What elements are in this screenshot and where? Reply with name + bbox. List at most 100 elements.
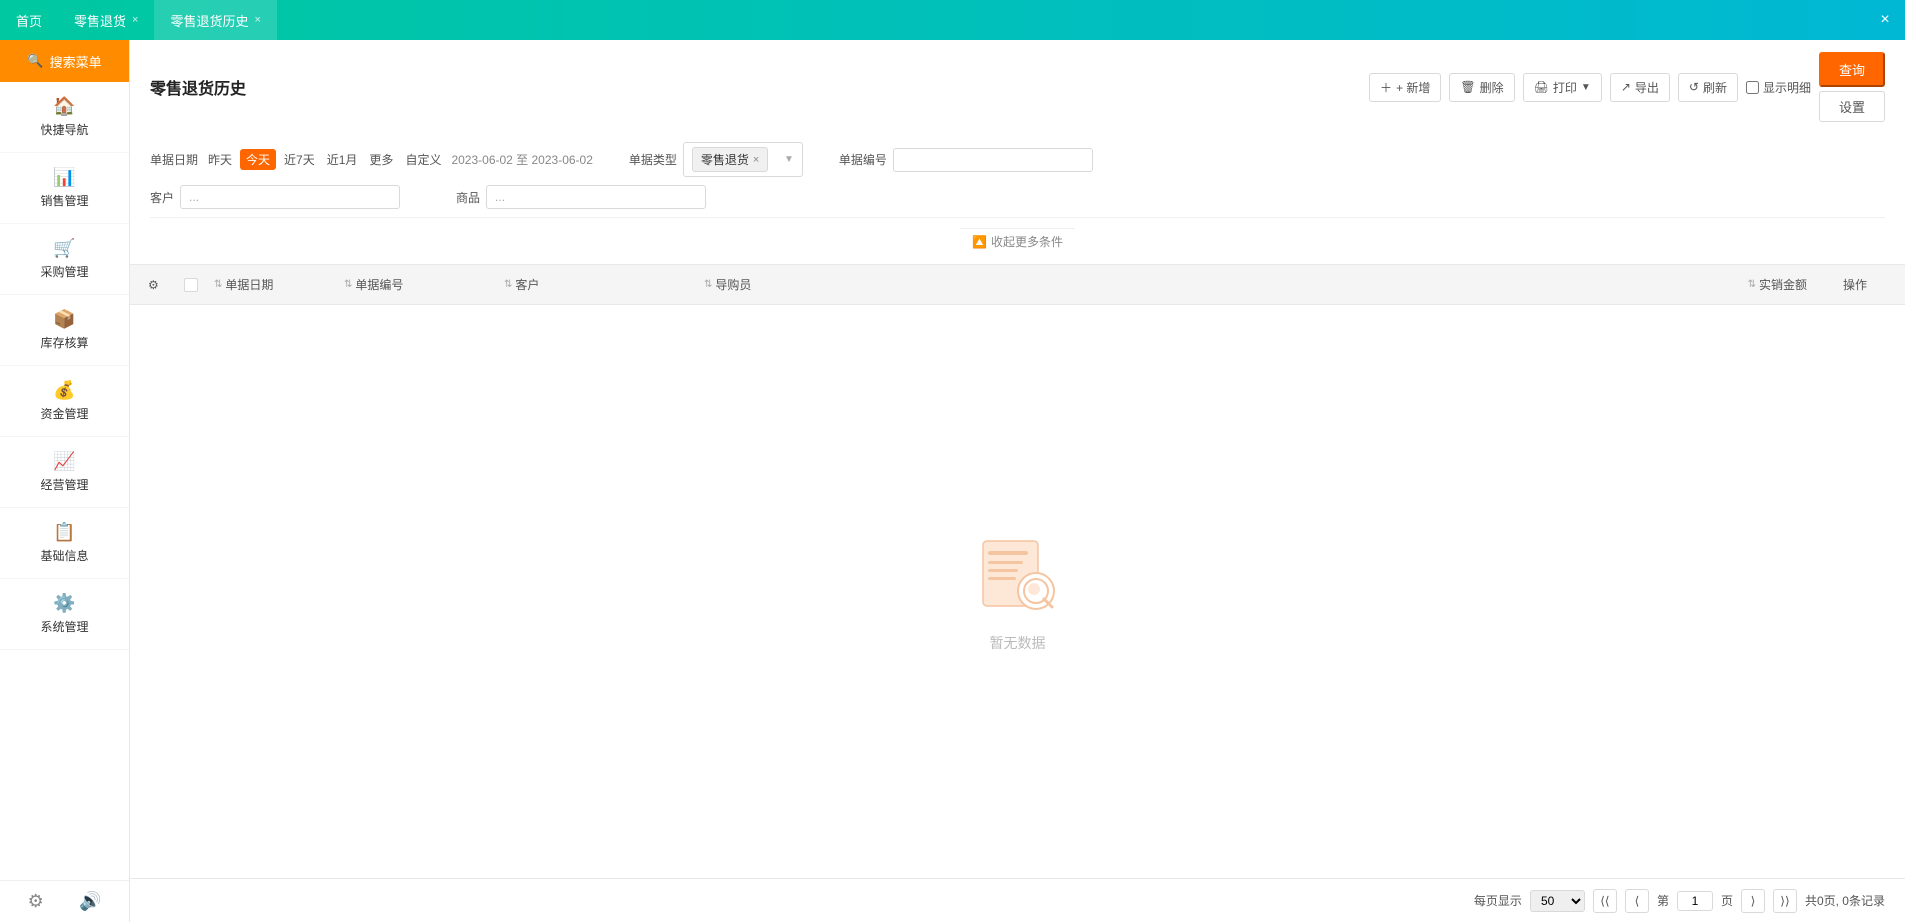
- date-btn-custom[interactable]: 自定义: [401, 149, 445, 170]
- sidebar-item-system-mgmt[interactable]: ⚙️ 系统管理: [0, 579, 129, 650]
- customer-select[interactable]: ...: [180, 185, 400, 209]
- tab-retail-return-history[interactable]: 零售退货历史 ×: [154, 0, 276, 40]
- customer-label: 客户: [150, 189, 174, 206]
- show-detail-checkbox-label[interactable]: 显示明细: [1746, 79, 1811, 96]
- filter-row-2: 客户 ... 商品 ...: [150, 185, 1885, 209]
- page-number-input[interactable]: [1677, 891, 1713, 911]
- tab-retail-return[interactable]: 零售退货 ×: [58, 0, 154, 40]
- th-checkbox[interactable]: [176, 278, 206, 292]
- refresh-button[interactable]: ↺ 刷新: [1678, 73, 1738, 102]
- date-shortcuts: 昨天 今天 近7天 近1月 更多 自定义: [204, 149, 445, 170]
- sidebar-bottom: ⚙ 🔊: [0, 880, 129, 922]
- sort-icon-bill[interactable]: ⇅: [344, 279, 352, 290]
- first-page-button[interactable]: ⟨⟨: [1593, 889, 1617, 913]
- delete-button[interactable]: 🗑 删除: [1449, 73, 1514, 102]
- sidebar-item-basic-info[interactable]: 📋 基础信息: [0, 508, 129, 579]
- sort-icon-guide[interactable]: ⇅: [704, 279, 712, 290]
- page-size-select[interactable]: 50 10 20 100: [1530, 890, 1585, 912]
- sidebar-item-basic-info-label: 基础信息: [40, 547, 88, 564]
- pagination: 每页显示 50 10 20 100 ⟨⟨ ⟨ 第 页 ⟩ ⟩⟩ 共0页, 0条记…: [130, 878, 1905, 922]
- page-size-label: 每页显示: [1474, 892, 1522, 909]
- sidebar-item-finance-label: 资金管理: [40, 405, 88, 422]
- goods-placeholder: ...: [495, 190, 505, 204]
- sidebar-item-finance[interactable]: 💰 资金管理: [0, 366, 129, 437]
- th-bill: ⇅ 单据编号: [336, 276, 496, 293]
- bill-type-tag-close[interactable]: ×: [753, 154, 759, 166]
- th-action-label: 操作: [1843, 276, 1867, 293]
- query-button[interactable]: 查询: [1819, 52, 1885, 87]
- tab-retail-return-close[interactable]: ×: [132, 14, 138, 26]
- filter-row-1: 单据日期 昨天 今天 近7天 近1月 更多 自定义 2023-06-02 至 2…: [150, 142, 1885, 177]
- th-amount-label: 实销金额: [1759, 276, 1807, 293]
- filter-date: 单据日期 昨天 今天 近7天 近1月 更多 自定义 2023-06-02 至 2…: [150, 149, 593, 170]
- tab-retail-return-history-label: 零售退货历史: [170, 11, 248, 30]
- date-btn-more[interactable]: 更多: [365, 149, 397, 170]
- th-action: 操作: [1815, 276, 1895, 293]
- sort-icon-date[interactable]: ⇅: [214, 279, 222, 290]
- prev-page-button[interactable]: ⟨: [1625, 889, 1649, 913]
- print-chevron-icon: ▼: [1581, 82, 1591, 93]
- new-label: + 新增: [1396, 79, 1430, 96]
- sidebar-item-quick-nav-label: 快捷导航: [40, 121, 88, 138]
- page-label: 第: [1657, 892, 1669, 909]
- setting-button[interactable]: 设置: [1819, 91, 1885, 122]
- show-detail-checkbox[interactable]: [1746, 81, 1759, 94]
- new-button[interactable]: ＋ + 新增: [1369, 73, 1441, 102]
- th-guide: ⇅ 导购员: [696, 276, 856, 293]
- filter-bill-number: 单据编号: [839, 148, 1093, 172]
- th-guide-label: 导购员: [715, 276, 751, 293]
- topbar-tabs: 首页 零售退货 × 零售退货历史 ×: [0, 0, 1865, 40]
- next-page-button[interactable]: ⟩: [1741, 889, 1765, 913]
- export-icon: ↗: [1621, 80, 1631, 94]
- sidebar-item-operations[interactable]: 📈 经营管理: [0, 437, 129, 508]
- delete-label: 删除: [1480, 79, 1504, 96]
- th-customer: ⇅ 客户: [496, 276, 696, 293]
- delete-icon: 🗑: [1460, 80, 1475, 94]
- sort-icon-customer[interactable]: ⇅: [504, 279, 512, 290]
- settings-icon[interactable]: ⚙: [28, 891, 44, 912]
- last-page-button[interactable]: ⟩⟩: [1773, 889, 1797, 913]
- sort-icon-amount[interactable]: ⇅: [1748, 279, 1756, 290]
- bill-type-select[interactable]: 零售退货 × ▼: [683, 142, 803, 177]
- date-btn-today[interactable]: 今天: [240, 149, 276, 170]
- th-setting[interactable]: ⚙: [140, 278, 176, 292]
- th-date-label: 单据日期: [225, 276, 273, 293]
- sidebar-search[interactable]: 🔍 搜索菜单: [0, 40, 129, 82]
- th-bill-label: 单据编号: [355, 276, 403, 293]
- window-close-button[interactable]: ×: [1865, 0, 1905, 40]
- finance-icon: 💰: [53, 380, 75, 401]
- goods-select[interactable]: ...: [486, 185, 706, 209]
- customer-placeholder: ...: [189, 190, 199, 204]
- date-btn-yesterday[interactable]: 昨天: [204, 149, 236, 170]
- sidebar-item-inventory[interactable]: 📦 库存核算: [0, 295, 129, 366]
- collapse-label: 收起更多条件: [991, 233, 1063, 250]
- total-info: 共0页, 0条记录: [1805, 892, 1885, 909]
- filter-customer: 客户 ...: [150, 185, 400, 209]
- th-amount: ⇅ 实销金额: [856, 276, 1815, 293]
- operations-icon: 📈: [53, 451, 75, 472]
- export-button[interactable]: ↗ 导出: [1610, 73, 1670, 102]
- speaker-icon[interactable]: 🔊: [79, 891, 101, 912]
- sidebar-item-operations-label: 经营管理: [40, 476, 88, 493]
- page-unit: 页: [1721, 892, 1733, 909]
- collapse-button[interactable]: 🔼 收起更多条件: [960, 228, 1075, 254]
- empty-state: 暂无数据: [130, 305, 1905, 878]
- table-container: ⚙ ⇅ 单据日期 ⇅ 单据编号 ⇅ 客户 ⇅: [130, 265, 1905, 878]
- sidebar-item-quick-nav[interactable]: 🏠 快捷导航: [0, 82, 129, 153]
- main-layout: 🔍 搜索菜单 🏠 快捷导航 📊 销售管理 🛒 采购管理 📦 库存核算 💰 资金管…: [0, 40, 1905, 922]
- sidebar-item-purchase-mgmt[interactable]: 🛒 采购管理: [0, 224, 129, 295]
- sidebar-item-purchase-mgmt-label: 采购管理: [40, 263, 88, 280]
- sidebar-item-sales-mgmt[interactable]: 📊 销售管理: [0, 153, 129, 224]
- tab-retail-return-history-close[interactable]: ×: [254, 14, 260, 26]
- tab-home[interactable]: 首页: [0, 0, 58, 40]
- topbar: 首页 零售退货 × 零售退货历史 × ×: [0, 0, 1905, 40]
- bill-type-dropdown-icon: ▼: [784, 154, 794, 165]
- date-btn-7days[interactable]: 近7天: [280, 149, 319, 170]
- bill-number-input[interactable]: [893, 148, 1093, 172]
- date-btn-1month[interactable]: 近1月: [323, 149, 362, 170]
- bill-type-value: 零售退货: [701, 151, 749, 168]
- th-customer-label: 客户: [515, 276, 539, 293]
- tab-retail-return-label: 零售退货: [74, 11, 126, 30]
- print-button[interactable]: 🖨 打印 ▼: [1523, 73, 1602, 102]
- header-checkbox[interactable]: [184, 278, 198, 292]
